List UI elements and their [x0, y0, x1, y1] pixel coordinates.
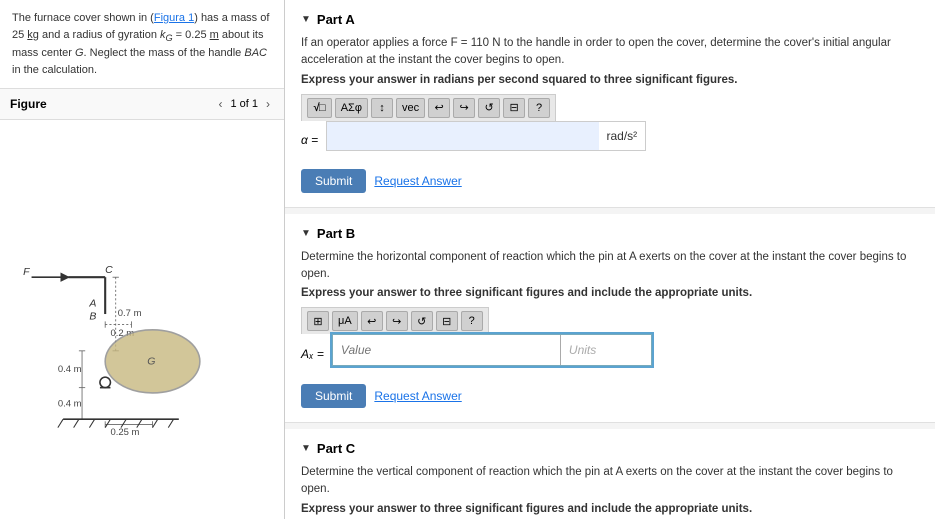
reset-btn-b[interactable]: ↺	[411, 311, 433, 331]
alpha-label: α =	[301, 133, 318, 147]
figure-section: Figure ‹ 1 of 1 › F	[0, 89, 284, 519]
mu-btn-b[interactable]: μΑ	[332, 311, 358, 331]
part-a-answer-box: rad/s²	[326, 121, 646, 151]
figure-nav: ‹ 1 of 1 ›	[214, 95, 274, 113]
keyboard-btn[interactable]: ⊟	[503, 98, 525, 118]
part-b-request-answer[interactable]: Request Answer	[374, 389, 461, 403]
part-c-question: Determine the vertical component of reac…	[301, 464, 919, 499]
sqrt-btn[interactable]: √□	[307, 98, 332, 118]
part-b-units: Units	[561, 335, 651, 365]
part-a-actions: Submit Request Answer	[301, 169, 919, 193]
grid-btn-b[interactable]: ⊞	[307, 311, 329, 331]
part-b-answer-box: Units	[332, 334, 652, 366]
part-b-header[interactable]: ▼ Part B	[301, 226, 919, 241]
svg-text:0.4 m: 0.4 m	[58, 399, 82, 410]
svg-text:0.7 m: 0.7 m	[118, 309, 142, 320]
keyboard-btn-b[interactable]: ⊟	[436, 311, 458, 331]
problem-description: The furnace cover shown in (Figura 1) ha…	[0, 0, 284, 89]
prev-figure-button[interactable]: ‹	[214, 95, 226, 113]
undo-btn-b[interactable]: ↩	[361, 311, 383, 331]
part-c-header[interactable]: ▼ Part C	[301, 441, 919, 456]
arrow-updown-btn[interactable]: ↕	[371, 98, 393, 118]
part-b-arrow: ▼	[301, 228, 311, 239]
part-c-section: ▼ Part C Determine the vertical componen…	[285, 429, 935, 519]
svg-text:G: G	[147, 356, 155, 368]
undo-btn[interactable]: ↩	[428, 98, 450, 118]
part-a-label: Part A	[317, 12, 355, 27]
part-b-submit[interactable]: Submit	[301, 384, 366, 408]
figura-link[interactable]: Figura 1	[154, 12, 194, 24]
svg-text:F: F	[23, 267, 30, 279]
part-a-section: ▼ Part A If an operator applies a force …	[285, 0, 935, 208]
figure-page: 1 of 1	[230, 98, 258, 110]
part-b-actions: Submit Request Answer	[301, 384, 919, 408]
part-b-toolbar: ⊞ μΑ ↩ ↪ ↺ ⊟ ?	[301, 307, 489, 334]
vec-btn[interactable]: vec	[396, 98, 425, 118]
reset-btn[interactable]: ↺	[478, 98, 500, 118]
figure-title: Figure	[10, 97, 47, 111]
part-b-section: ▼ Part B Determine the horizontal compon…	[285, 214, 935, 424]
help-btn-b[interactable]: ?	[461, 311, 483, 331]
part-c-label: Part C	[317, 441, 355, 456]
svg-text:C: C	[105, 264, 113, 276]
part-b-question: Determine the horizontal component of re…	[301, 249, 919, 284]
figure-diagram: F C A B 0.7 m 0.2 m	[0, 120, 284, 519]
figure-header: Figure ‹ 1 of 1 ›	[0, 89, 284, 120]
svg-text:A: A	[88, 298, 96, 310]
left-panel: The furnace cover shown in (Figura 1) ha…	[0, 0, 285, 519]
part-a-instruction: Express your answer in radians per secon…	[301, 74, 919, 86]
right-panel: ▼ Part A If an operator applies a force …	[285, 0, 935, 519]
help-btn-a[interactable]: ?	[528, 98, 550, 118]
part-a-arrow: ▼	[301, 14, 311, 25]
part-b-label: Part B	[317, 226, 355, 241]
part-a-toolbar: √□ ΑΣφ ↕ vec ↩ ↪ ↺ ⊟ ?	[301, 94, 556, 121]
part-a-input[interactable]	[327, 122, 598, 150]
part-b-value-input[interactable]	[333, 335, 561, 365]
figure-canvas: F C A B 0.7 m 0.2 m	[0, 120, 284, 519]
part-a-unit: rad/s²	[599, 124, 646, 148]
part-a-request-answer[interactable]: Request Answer	[374, 174, 461, 188]
svg-text:0.4 m: 0.4 m	[58, 364, 82, 375]
part-b-instruction: Express your answer to three significant…	[301, 287, 919, 299]
next-figure-button[interactable]: ›	[262, 95, 274, 113]
part-c-instruction: Express your answer to three significant…	[301, 503, 919, 515]
ax-label: Aₓ =	[301, 347, 324, 361]
part-a-submit[interactable]: Submit	[301, 169, 366, 193]
part-a-header[interactable]: ▼ Part A	[301, 12, 919, 27]
part-c-arrow: ▼	[301, 443, 311, 454]
svg-text:0.25 m: 0.25 m	[110, 427, 139, 438]
svg-text:B: B	[89, 311, 96, 323]
redo-btn[interactable]: ↪	[453, 98, 475, 118]
redo-btn-b[interactable]: ↪	[386, 311, 408, 331]
part-a-question: If an operator applies a force F = 110 N…	[301, 35, 919, 70]
greek-btn[interactable]: ΑΣφ	[335, 98, 368, 118]
